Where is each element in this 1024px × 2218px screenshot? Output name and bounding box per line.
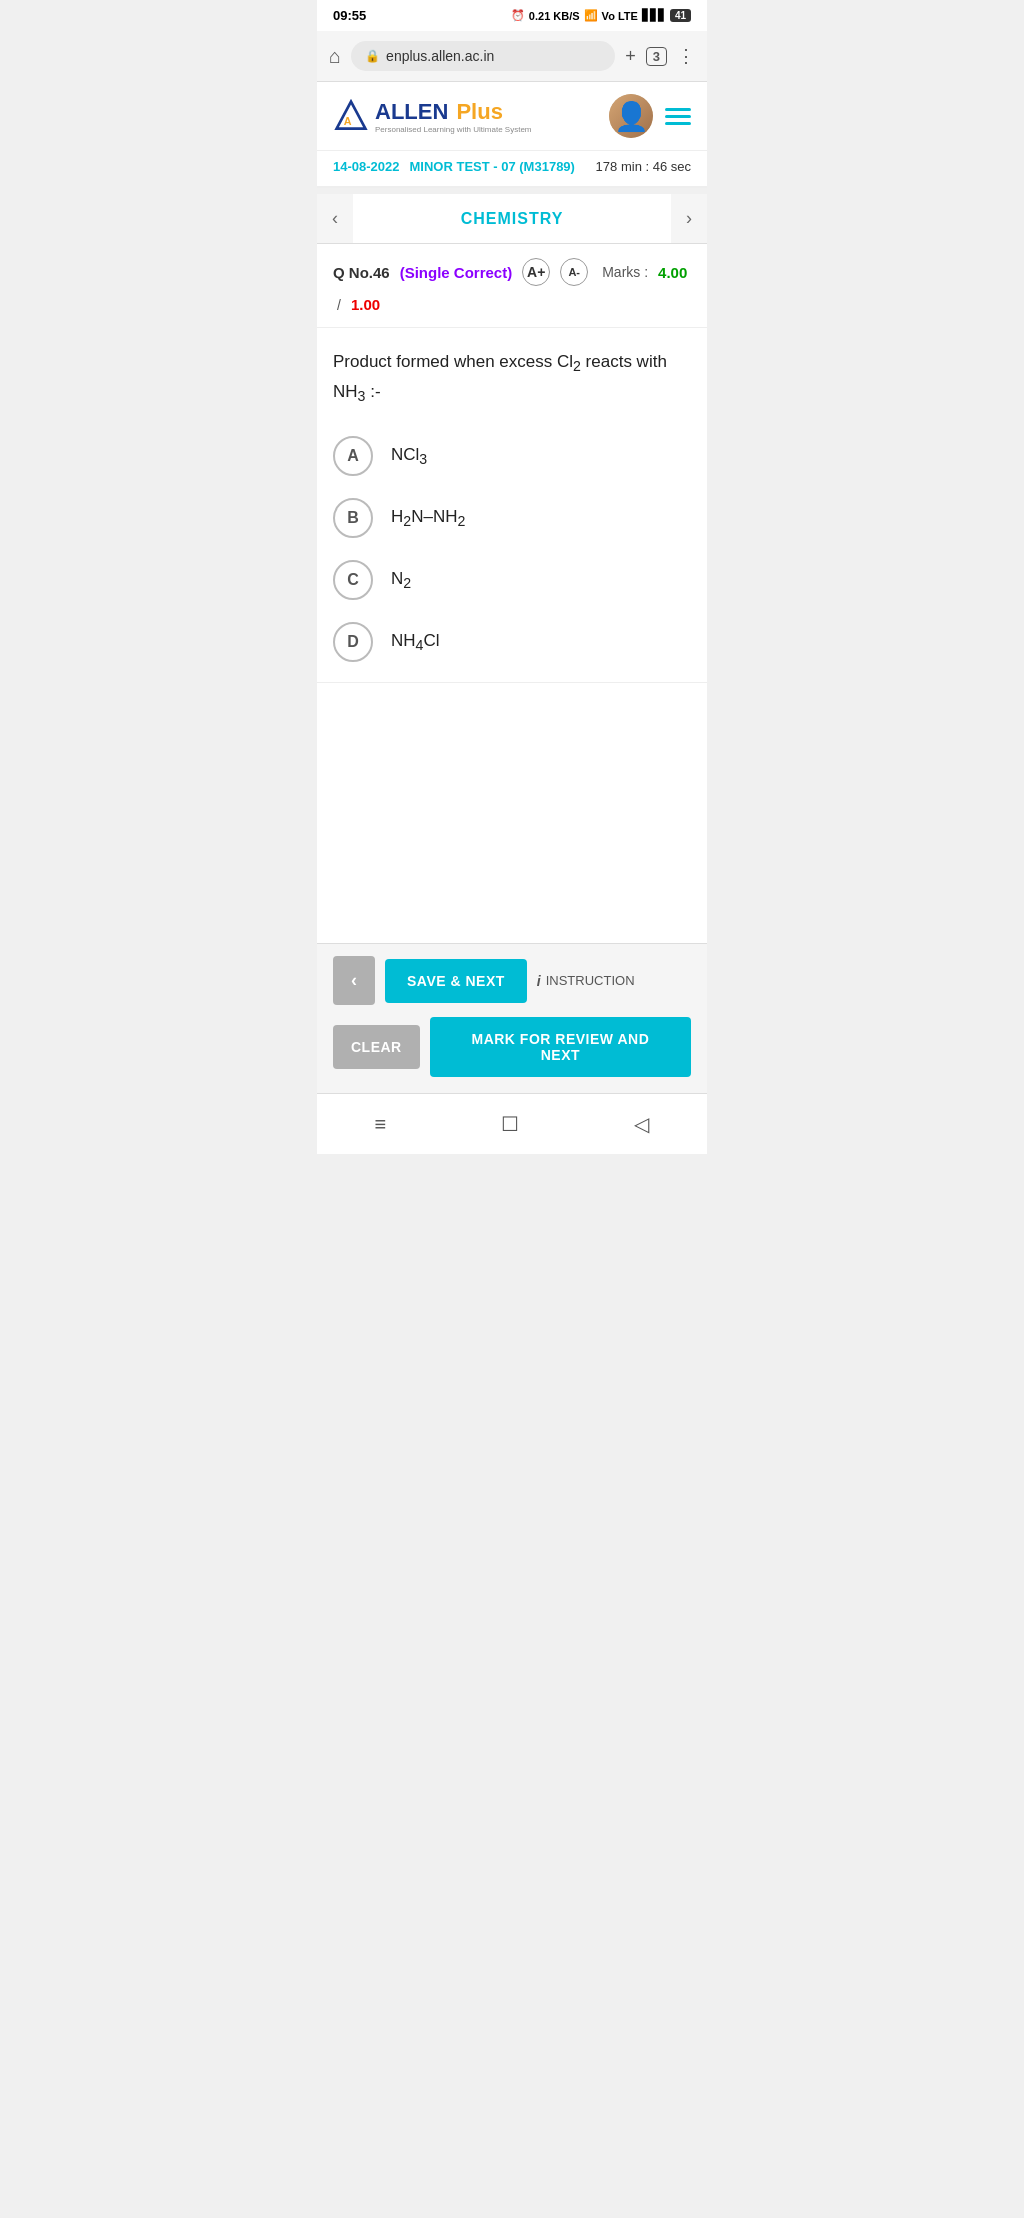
status-bar: 09:55 ⏰ 0.21 KB/S 📶 Vo LTE ▋▋▋ 41 [317, 0, 707, 31]
question-number: Q No.46 [333, 264, 390, 281]
menu-icon[interactable] [665, 108, 691, 125]
app-header: A ALLEN Plus Personalised Learning with … [317, 82, 707, 151]
url-bar[interactable]: 🔒 enplus.allen.ac.in [351, 41, 615, 71]
action-bar: ‹ SAVE & NEXT i INSTRUCTION [317, 943, 707, 1017]
add-tab-icon[interactable]: + [625, 46, 636, 67]
home-icon[interactable]: ⌂ [329, 45, 341, 68]
tab-count[interactable]: 3 [646, 47, 667, 66]
test-info-bar: 14-08-2022 MINOR TEST - 07 (M31789) 178 … [317, 151, 707, 188]
triangle-back-icon: ◁ [634, 1112, 649, 1136]
timer-display: 178 min : 46 sec [596, 159, 691, 174]
battery-icon: 41 [670, 9, 691, 22]
status-icons: ⏰ 0.21 KB/S 📶 Vo LTE ▋▋▋ 41 [511, 9, 691, 22]
save-next-button[interactable]: SAVE & NEXT [385, 959, 527, 1003]
time-display: 09:55 [333, 8, 366, 23]
more-options-icon[interactable]: ⋮ [677, 45, 695, 67]
instruction-button[interactable]: i INSTRUCTION [537, 973, 635, 989]
question-spacer [317, 683, 707, 943]
bottom-nav: ≡ ☐ ◁ [317, 1093, 707, 1154]
font-decrease-button[interactable]: A- [560, 258, 588, 286]
speed-display: 0.21 KB/S [529, 10, 580, 22]
option-b-text: H2N–NH2 [391, 507, 465, 529]
question-header: Q No.46 (Single Correct) A+ A- Marks : 4… [317, 244, 707, 328]
bottom-menu-button[interactable]: ≡ [345, 1107, 417, 1142]
question-content: Product formed when excess Cl2 reacts wi… [317, 328, 707, 683]
hamburger-icon: ≡ [375, 1113, 387, 1136]
bottom-back-button[interactable]: ◁ [604, 1106, 679, 1142]
option-b[interactable]: B H2N–NH2 [333, 498, 691, 538]
url-text: enplus.allen.ac.in [386, 48, 494, 64]
instruction-label: INSTRUCTION [546, 973, 635, 988]
test-details: 14-08-2022 MINOR TEST - 07 (M31789) [333, 159, 575, 174]
marks-separator: / [337, 297, 341, 313]
signal-icon: Vo LTE [602, 10, 638, 22]
wifi-icon: 📶 [584, 9, 598, 22]
square-icon: ☐ [501, 1112, 519, 1136]
options-list: A NCl3 B H2N–NH2 C N2 D NH4Cl [333, 436, 691, 662]
avatar[interactable] [609, 94, 653, 138]
option-a[interactable]: A NCl3 [333, 436, 691, 476]
option-c[interactable]: C N2 [333, 560, 691, 600]
test-name: MINOR TEST - 07 (M31789) [410, 159, 575, 174]
logo-text: ALLEN Plus Personalised Learning with Ul… [375, 99, 532, 134]
option-d-circle: D [333, 622, 373, 662]
prev-subject-button[interactable]: ‹ [317, 194, 353, 243]
back-button[interactable]: ‹ [333, 956, 375, 1005]
marks-wrong: 1.00 [351, 296, 380, 313]
timer-icon: ⏰ [511, 9, 525, 22]
mark-review-button[interactable]: MARK FOR REVIEW AND NEXT [430, 1017, 691, 1077]
svg-text:A: A [344, 115, 352, 127]
info-icon: i [537, 973, 541, 989]
logo-subtitle: Personalised Learning with Ultimate Syst… [375, 125, 532, 134]
header-right [609, 94, 691, 138]
option-b-circle: B [333, 498, 373, 538]
action-bar-2: CLEAR MARK FOR REVIEW AND NEXT [317, 1017, 707, 1093]
browser-actions: + 3 ⋮ [625, 45, 695, 67]
question-text: Product formed when excess Cl2 reacts wi… [333, 348, 691, 408]
bottom-home-button[interactable]: ☐ [471, 1106, 549, 1142]
marks-label: Marks : [602, 264, 648, 280]
network-bars: ▋▋▋ [642, 9, 666, 22]
test-date: 14-08-2022 [333, 159, 400, 174]
question-type: (Single Correct) [400, 264, 513, 281]
font-increase-button[interactable]: A+ [522, 258, 550, 286]
subject-tab-container: ‹ CHEMISTRY › [317, 194, 707, 244]
option-a-circle: A [333, 436, 373, 476]
marks-correct: 4.00 [658, 264, 687, 281]
next-subject-button[interactable]: › [671, 194, 707, 243]
logo-area: A ALLEN Plus Personalised Learning with … [333, 98, 532, 134]
subject-label: CHEMISTRY [353, 196, 671, 242]
allen-plus: Plus [450, 99, 503, 125]
allen-logo-icon: A [333, 98, 369, 134]
option-c-text: N2 [391, 569, 411, 591]
clear-button[interactable]: CLEAR [333, 1025, 420, 1069]
browser-bar: ⌂ 🔒 enplus.allen.ac.in + 3 ⋮ [317, 31, 707, 82]
option-c-circle: C [333, 560, 373, 600]
lock-icon: 🔒 [365, 49, 380, 63]
allen-name: ALLEN [375, 99, 448, 125]
option-d[interactable]: D NH4Cl [333, 622, 691, 662]
option-a-text: NCl3 [391, 445, 427, 467]
option-d-text: NH4Cl [391, 631, 440, 653]
